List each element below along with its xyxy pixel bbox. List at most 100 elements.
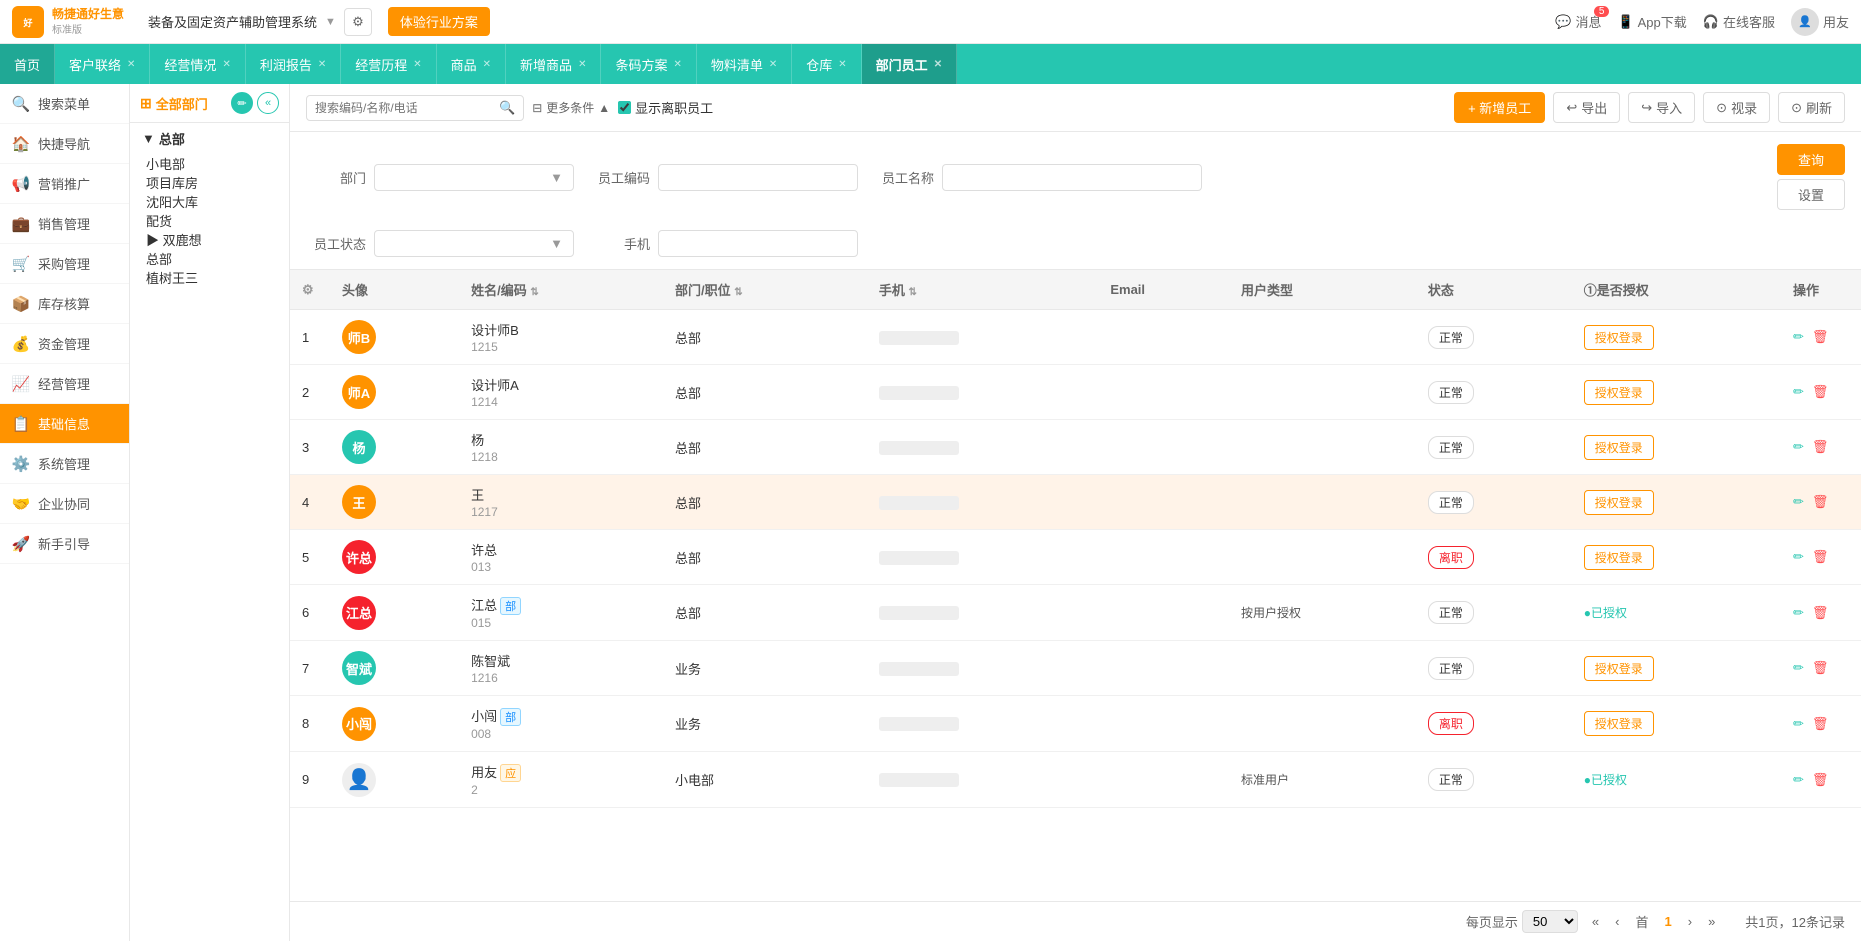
tab-warehouse[interactable]: 仓库 ✕ — [792, 44, 861, 84]
gear-button[interactable]: ⚙ — [344, 8, 372, 36]
delete-btn[interactable]: 🗑 — [1812, 605, 1829, 621]
trial-button[interactable]: 体验行业方案 — [388, 7, 490, 36]
close-icon[interactable]: ✕ — [222, 59, 230, 70]
nav-collab[interactable]: 🤝 企业协同 — [0, 484, 129, 524]
auth-login-btn[interactable]: 授权登录 — [1584, 490, 1654, 515]
close-icon[interactable]: ✕ — [318, 59, 326, 70]
delete-btn[interactable]: 🗑 — [1812, 494, 1829, 510]
delete-btn[interactable]: 🗑 — [1812, 329, 1829, 345]
show-resigned-checkbox-label[interactable]: 显示离职员工 — [618, 98, 713, 117]
user-area[interactable]: 👤 用友 — [1791, 8, 1849, 36]
export-btn[interactable]: ↩ 导出 — [1553, 92, 1620, 123]
delete-btn[interactable]: 🗑 — [1812, 439, 1829, 455]
col-settings[interactable]: ⚙ — [290, 270, 330, 310]
search-input[interactable] — [315, 101, 495, 115]
add-employee-btn[interactable]: + 新增员工 — [1454, 92, 1545, 123]
close-icon[interactable]: ✕ — [413, 59, 421, 70]
edit-btn[interactable]: ✏ — [1793, 549, 1804, 565]
close-icon[interactable]: ✕ — [127, 59, 135, 70]
auth-login-btn[interactable]: 授权登录 — [1584, 545, 1654, 570]
nav-inventory[interactable]: 📦 库存核算 — [0, 284, 129, 324]
auth-login-btn[interactable]: 授权登录 — [1584, 380, 1654, 405]
close-icon[interactable]: ✕ — [578, 59, 586, 70]
tab-profit[interactable]: 利润报告 ✕ — [246, 44, 341, 84]
nav-finance[interactable]: 💰 资金管理 — [0, 324, 129, 364]
col-name[interactable]: 姓名/编码 ⇅ — [459, 270, 663, 310]
first-page-btn[interactable]: « — [1586, 912, 1605, 931]
tab-bom[interactable]: 物料清单 ✕ — [697, 44, 792, 84]
close-icon[interactable]: ✕ — [673, 59, 681, 70]
auth-login-btn[interactable]: 授权登录 — [1584, 325, 1654, 350]
close-icon[interactable]: ✕ — [769, 59, 777, 70]
nav-sales[interactable]: 💼 销售管理 — [0, 204, 129, 244]
page-size-select[interactable]: 50 10 20 100 — [1522, 910, 1578, 933]
dept-item-zongbu[interactable]: 总部 — [146, 249, 289, 268]
dept-item-shenyang[interactable]: 沈阳大库 — [146, 192, 289, 211]
delete-btn[interactable]: 🗑 — [1812, 660, 1829, 676]
prev-page-btn[interactable]: ‹ — [1609, 912, 1625, 931]
dept-item-xiaodibu[interactable]: 小电部 — [146, 154, 289, 173]
tab-operation[interactable]: 经营情况 ✕ — [150, 44, 245, 84]
settings-col-icon[interactable]: ⚙ — [302, 282, 314, 297]
edit-btn[interactable]: ✏ — [1793, 716, 1804, 732]
auth-login-btn[interactable]: 授权登录 — [1584, 656, 1654, 681]
delete-btn[interactable]: 🗑 — [1812, 384, 1829, 400]
auth-login-btn[interactable]: 授权登录 — [1584, 711, 1654, 736]
sort-phone-icon[interactable]: ⇅ — [909, 287, 917, 298]
filter-empcode-input[interactable] — [658, 164, 858, 191]
auth-login-btn[interactable]: 授权登录 — [1584, 435, 1654, 460]
edit-btn[interactable]: ✏ — [1793, 494, 1804, 510]
online-service-button[interactable]: 🎧 在线客服 — [1703, 12, 1775, 31]
app-download-button[interactable]: 📱 App下载 — [1617, 12, 1686, 31]
dept-item-project[interactable]: 项目库房 — [146, 173, 289, 192]
close-icon[interactable]: ✕ — [838, 59, 846, 70]
close-icon[interactable]: ✕ — [483, 59, 491, 70]
dept-item-zongbu-parent[interactable]: ▼ 总部 — [130, 123, 289, 154]
edit-btn[interactable]: ✏ — [1793, 439, 1804, 455]
tab-barcode[interactable]: 条码方案 ✕ — [601, 44, 696, 84]
show-resigned-checkbox[interactable] — [618, 101, 631, 114]
close-icon[interactable]: ✕ — [934, 59, 942, 70]
nav-purchase[interactable]: 🛒 采购管理 — [0, 244, 129, 284]
page-number[interactable]: 1 — [1658, 912, 1677, 931]
edit-btn[interactable]: ✏ — [1793, 660, 1804, 676]
filter-empname-input[interactable] — [942, 164, 1202, 191]
tab-employee[interactable]: 部门员工 ✕ — [862, 44, 957, 84]
delete-btn[interactable]: 🗑 — [1812, 549, 1829, 565]
query-btn[interactable]: 查询 — [1777, 144, 1845, 175]
search-box[interactable]: 🔍 — [306, 95, 524, 121]
sort-dept-icon[interactable]: ⇅ — [734, 287, 742, 298]
tab-history[interactable]: 经营历程 ✕ — [341, 44, 436, 84]
nav-shortcut[interactable]: 🏠 快捷导航 — [0, 124, 129, 164]
col-dept[interactable]: 部门/职位 ⇅ — [663, 270, 867, 310]
delete-btn[interactable]: 🗑 — [1812, 772, 1829, 788]
edit-btn[interactable]: ✏ — [1793, 772, 1804, 788]
last-page-btn[interactable]: » — [1702, 912, 1721, 931]
nav-guide[interactable]: 🚀 新手引导 — [0, 524, 129, 564]
message-button[interactable]: 💬 5 消息 — [1555, 12, 1601, 31]
sort-name-icon[interactable]: ⇅ — [530, 287, 538, 298]
edit-btn[interactable]: ✏ — [1793, 329, 1804, 345]
filter-dept-select[interactable]: ▼ — [374, 164, 574, 191]
delete-btn[interactable]: 🗑 — [1812, 716, 1829, 732]
edit-btn[interactable]: ✏ — [1793, 384, 1804, 400]
nav-basic[interactable]: 📋 基础信息 — [0, 404, 129, 444]
print-btn[interactable]: ⊙ 刷新 — [1778, 92, 1845, 123]
view-btn[interactable]: ⊙ 视录 — [1703, 92, 1770, 123]
dept-item-shuanglu[interactable]: ▶ 双鹿想 — [146, 230, 289, 249]
tab-customer[interactable]: 客户联络 ✕ — [55, 44, 150, 84]
filter-phone-input[interactable] — [658, 230, 858, 257]
col-phone[interactable]: 手机 ⇅ — [867, 270, 1098, 310]
filter-more-btn[interactable]: ⊟ 更多条件 ▲ — [532, 99, 610, 116]
dept-item-peihuo[interactable]: 配货 — [146, 211, 289, 230]
set-btn[interactable]: 设置 — [1777, 179, 1845, 210]
nav-search[interactable]: 🔍 搜索菜单 — [0, 84, 129, 124]
tab-home[interactable]: 首页 — [0, 44, 55, 84]
filter-status-select[interactable]: ▼ — [374, 230, 574, 257]
dept-collapse-btn[interactable]: « — [257, 92, 279, 114]
edit-btn[interactable]: ✏ — [1793, 605, 1804, 621]
nav-marketing[interactable]: 📢 营销推广 — [0, 164, 129, 204]
tab-goods[interactable]: 商品 ✕ — [437, 44, 506, 84]
nav-business[interactable]: 📈 经营管理 — [0, 364, 129, 404]
dept-add-btn[interactable]: ✏ — [231, 92, 253, 114]
